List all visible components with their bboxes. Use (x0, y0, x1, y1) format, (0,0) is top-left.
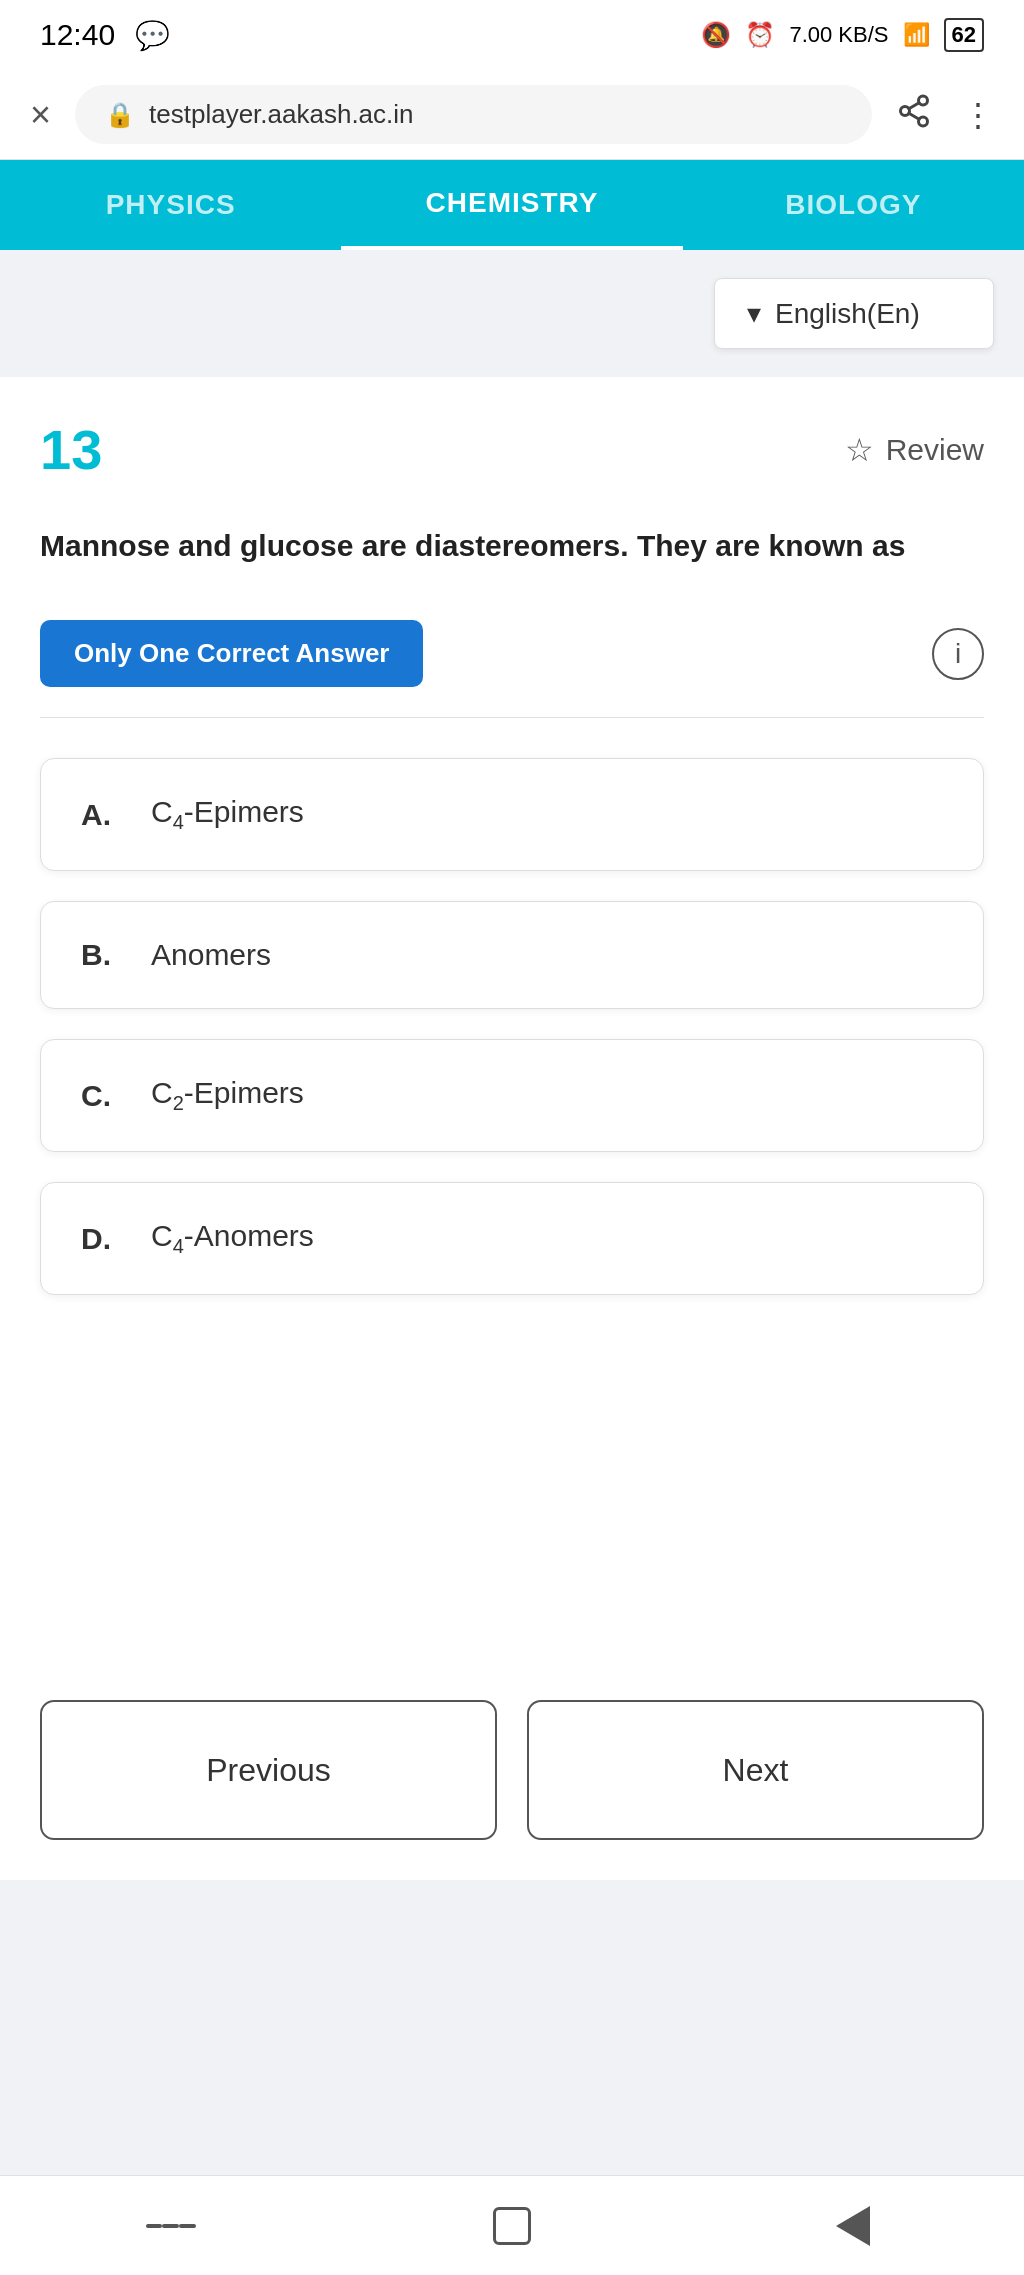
options-list: A. C4-Epimers B. Anomers C. C2-Epimers D… (40, 758, 984, 1295)
android-nav-bar (0, 2175, 1024, 2275)
answer-type-badge[interactable]: Only One Correct Answer (40, 620, 423, 687)
more-options-icon[interactable]: ⋮ (962, 96, 994, 134)
back-triangle-icon (836, 2206, 870, 2246)
option-a-text: C4-Epimers (151, 795, 304, 834)
option-b[interactable]: B. Anomers (40, 901, 984, 1009)
language-bar: ▾ English(En) (0, 250, 1024, 377)
tab-biology[interactable]: BIOLOGY (683, 160, 1024, 250)
tab-chemistry[interactable]: CHEMISTRY (341, 160, 682, 250)
home-square-icon (493, 2207, 531, 2245)
subject-tab-bar: PHYSICS CHEMISTRY BIOLOGY (0, 160, 1024, 250)
svg-line-3 (909, 113, 919, 119)
signal-icon: 📶 (903, 22, 930, 48)
option-a[interactable]: A. C4-Epimers (40, 758, 984, 871)
speed-display: 7.00 KB/S (789, 22, 888, 48)
star-icon: ☆ (845, 431, 874, 469)
notification-icon: 🔕 (701, 21, 731, 49)
section-divider (40, 717, 984, 718)
question-text: Mannose and glucose are diastereomers. T… (40, 522, 984, 570)
answer-type-row: Only One Correct Answer i (40, 620, 984, 687)
close-button[interactable]: × (30, 94, 51, 136)
status-bar: 12:40 💬 🔕 ⏰ 7.00 KB/S 📶 62 (0, 0, 1024, 70)
url-bar[interactable]: 🔒 testplayer.aakash.ac.in (75, 85, 872, 144)
option-c-label: C. (81, 1079, 121, 1113)
next-button[interactable]: Next (527, 1700, 984, 1840)
battery-indicator: 62 (944, 18, 984, 52)
language-label: English(En) (775, 298, 920, 330)
android-menu-icon[interactable] (146, 2201, 196, 2251)
url-text: testplayer.aakash.ac.in (149, 99, 414, 130)
alarm-icon: ⏰ (745, 21, 775, 49)
option-d[interactable]: D. C4-Anomers (40, 1182, 984, 1295)
spacer (0, 1880, 1024, 2175)
info-icon[interactable]: i (932, 628, 984, 680)
option-a-label: A. (81, 798, 121, 832)
status-icons: 🔕 ⏰ 7.00 KB/S 📶 62 (701, 18, 984, 52)
language-dropdown[interactable]: ▾ English(En) (714, 278, 994, 349)
question-container: 13 ☆ Review Mannose and glucose are dias… (0, 377, 1024, 1670)
review-button[interactable]: ☆ Review (845, 431, 984, 469)
browser-bar: × 🔒 testplayer.aakash.ac.in ⋮ (0, 70, 1024, 160)
lock-icon: 🔒 (105, 101, 135, 129)
android-home-icon[interactable] (487, 2201, 537, 2251)
navigation-buttons: Previous Next (0, 1670, 1024, 1880)
review-label: Review (886, 433, 984, 467)
chevron-down-icon: ▾ (747, 297, 761, 330)
option-c[interactable]: C. C2-Epimers (40, 1039, 984, 1152)
option-b-text: Anomers (151, 938, 271, 972)
battery-level: 62 (952, 22, 976, 47)
question-header: 13 ☆ Review (40, 417, 984, 482)
tab-physics[interactable]: PHYSICS (0, 160, 341, 250)
time-display: 12:40 (40, 18, 115, 52)
option-d-text: C4-Anomers (151, 1219, 314, 1258)
whatsapp-icon: 💬 (135, 19, 170, 52)
svg-line-4 (909, 102, 919, 108)
status-time: 12:40 💬 (40, 18, 170, 52)
share-icon[interactable] (896, 93, 932, 137)
previous-button[interactable]: Previous (40, 1700, 497, 1840)
option-c-text: C2-Epimers (151, 1076, 304, 1115)
browser-actions: ⋮ (896, 93, 994, 137)
option-b-label: B. (81, 938, 121, 972)
android-back-icon[interactable] (828, 2201, 878, 2251)
question-number: 13 (40, 417, 102, 482)
option-d-label: D. (81, 1222, 121, 1256)
